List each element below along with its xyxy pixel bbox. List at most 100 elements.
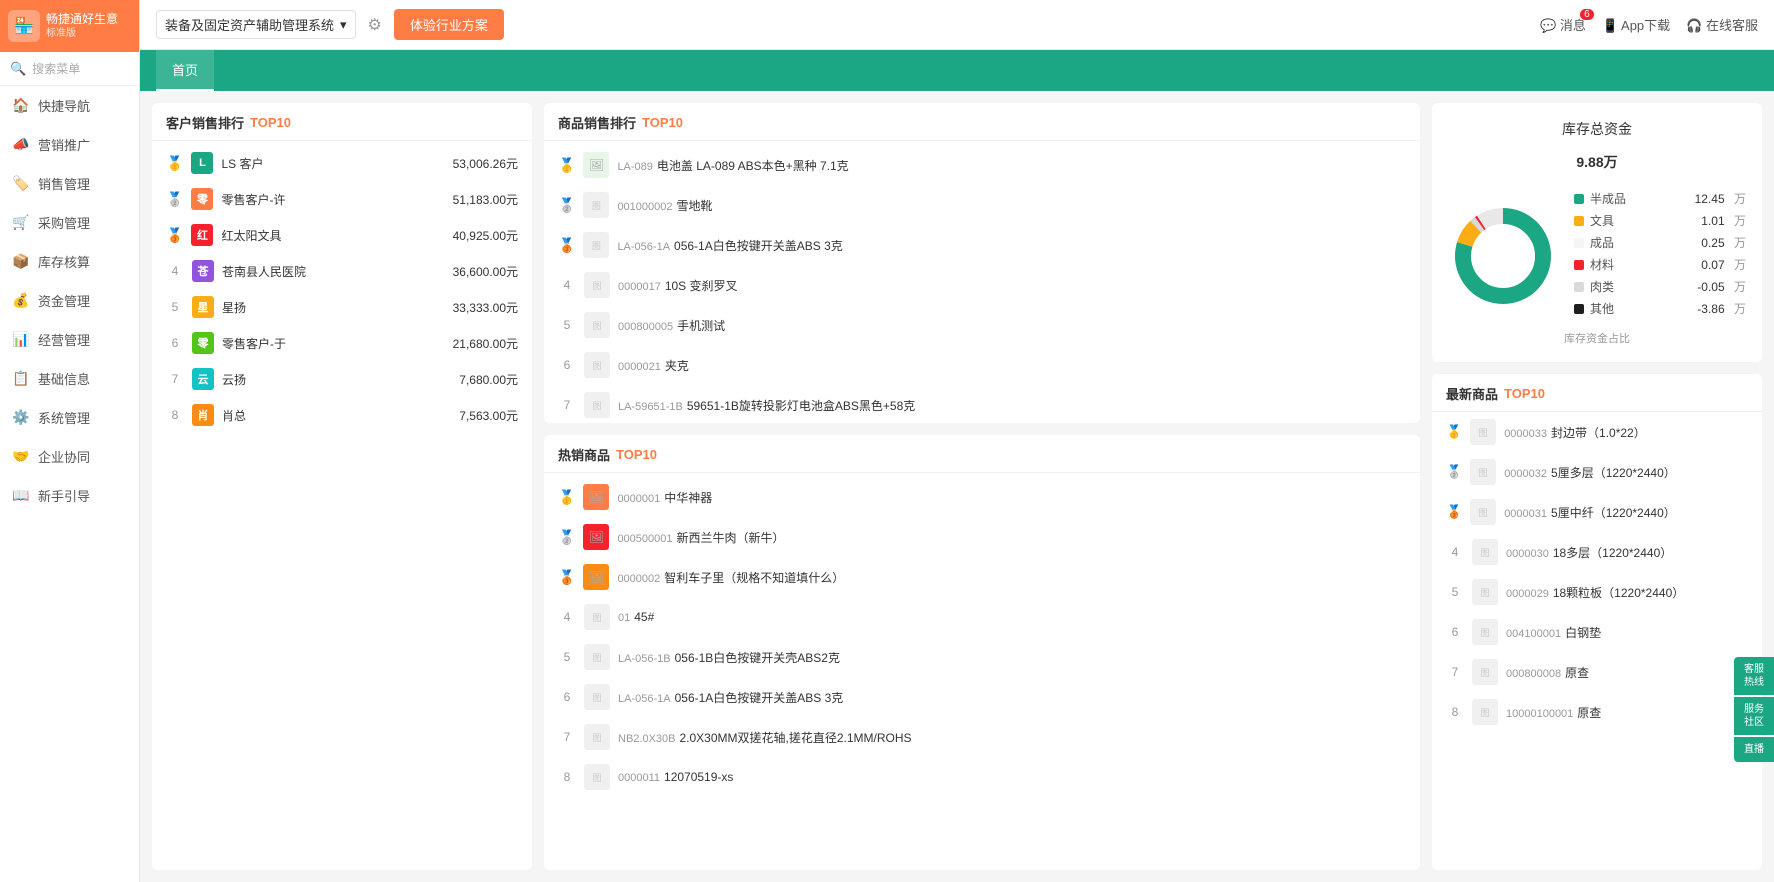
mid-column: 商品销售排行 TOP10 🥇 🖼 LA-089电池盖 LA-089 ABS本色+… (544, 103, 1420, 870)
product-thumbnail: 图 (1472, 699, 1498, 725)
silver-medal-icon: 🥈 (166, 191, 183, 208)
sidebar-item-finance[interactable]: 💰资金管理 (0, 281, 139, 320)
product-sales-item: 7 图 LA-59651-1B59651-1B旋转投影灯电池盒ABS黑色+58克 (544, 385, 1420, 423)
product-thumbnail: 图 (1470, 419, 1496, 445)
sidebar-logo: 🏪 畅捷通好生意 标准版 (0, 0, 139, 52)
newest-top10: TOP10 (1504, 386, 1545, 401)
product-info: 000800005手机测试 (618, 317, 1406, 334)
service-icon: 🎧 (1686, 18, 1702, 33)
online-service[interactable]: 🎧 在线客服 (1686, 15, 1758, 34)
newest-product-info: 00000325厘多层（1220*2440） (1504, 464, 1748, 481)
hot-product-info: LA-056-1A056-1A白色按键开关盖ABS 3克 (618, 689, 1406, 706)
sidebar-item-sales[interactable]: 🏷️销售管理 (0, 164, 139, 203)
search-menu[interactable]: 🔍 搜索菜单 (0, 52, 139, 86)
sidebar-item-guide[interactable]: 📖新手引导 (0, 476, 139, 515)
hot-product-info: NB2.0X30B2.0X30MM双搓花轴,搓花直径2.1MM/ROHS (618, 729, 1406, 746)
legend-value: 0.07 (1701, 258, 1724, 272)
rank-number: 6 (558, 690, 576, 704)
product-sales-item: 6 图 0000021夹克 (544, 345, 1420, 385)
hot-products-panel: 热销商品 TOP10 🥇 🖼 0000001中华神器 🥈 🖼 000500001… (544, 435, 1420, 870)
hot-product-item: 4 图 0145# (544, 597, 1420, 637)
legend-name: 其他 (1590, 300, 1691, 317)
customer-rank-list: 🥇 L LS 客户 53,006.26元 🥈 零 零售客户-许 51,183.0… (152, 141, 532, 437)
sidebar-item-inventory[interactable]: 📦库存核算 (0, 242, 139, 281)
hot-product-info: 0000001中华神器 (617, 489, 1406, 506)
product-sales-title: 商品销售排行 (558, 113, 636, 132)
customer-name: 红太阳文具 (221, 227, 444, 244)
inventory-legend: 半成品 12.45 万 文具 1.01 万 成品 0.25 万 材料 0.07 … (1574, 190, 1746, 322)
customer-rank-item: 🥇 L LS 客户 53,006.26元 (152, 145, 532, 181)
sidebar-item-basics[interactable]: 📋基础信息 (0, 359, 139, 398)
customer-avatar: 零 (191, 188, 213, 210)
inventory-footer: 库存资金占比 (1448, 330, 1746, 346)
product-thumbnail: 图 (1472, 659, 1498, 685)
inventory-content: 库存总资金 9.88万 (1432, 103, 1762, 362)
customer-name: 苍南县人民医院 (222, 263, 445, 280)
customer-amount: 21,680.00元 (453, 335, 518, 352)
product-info: 000001710S 变刹罗叉 (618, 277, 1406, 294)
product-thumbnail: 图 (584, 352, 610, 378)
sidebar: 🏪 畅捷通好生意 标准版 🔍 搜索菜单 🏠快捷导航📣营销推广🏷️销售管理🛒采购管… (0, 0, 140, 882)
legend-name: 肉类 (1590, 278, 1691, 295)
legend-color-dot (1574, 238, 1584, 248)
product-thumbnail: 🖼 (583, 484, 609, 510)
sidebar-item-operations[interactable]: 📊经营管理 (0, 320, 139, 359)
tab-home[interactable]: 首页 (156, 50, 214, 91)
legend-unit: 万 (1731, 212, 1746, 229)
newest-product-item: 🥇 图 0000033封边带（1.0*22） (1432, 412, 1762, 452)
message-badge[interactable]: 💬 消息 6 (1540, 15, 1586, 34)
message-label: 消息 (1560, 18, 1586, 33)
product-info: 001000002雪地靴 (617, 197, 1406, 214)
product-thumbnail: 图 (583, 192, 609, 218)
top10-badge: TOP10 (250, 115, 291, 130)
app-download[interactable]: 📱 App下载 (1602, 15, 1670, 34)
sidebar-item-marketing[interactable]: 📣营销推广 (0, 125, 139, 164)
rank-number: 7 (558, 398, 576, 412)
sidebar-item-purchase[interactable]: 🛒采购管理 (0, 203, 139, 242)
newest-product-info: 000002918颗粒板（1220*2440） (1506, 584, 1748, 601)
product-thumbnail: 图 (584, 724, 610, 750)
customer-name: 零售客户-许 (221, 191, 444, 208)
sidebar-item-quick-nav[interactable]: 🏠快捷导航 (0, 86, 139, 125)
customer-name: 星扬 (222, 299, 445, 316)
legend-color-dot (1574, 216, 1584, 226)
silver-medal-icon: 🥈 (558, 197, 575, 214)
customer-avatar: L (191, 152, 213, 174)
rank-number: 5 (1446, 585, 1464, 599)
search-icon: 🔍 (10, 61, 26, 77)
newest-product-item: 5 图 000002918颗粒板（1220*2440） (1432, 572, 1762, 612)
inventory-panel: 库存总资金 9.88万 (1432, 103, 1762, 362)
newest-product-item: 4 图 000003018多层（1220*2440） (1432, 532, 1762, 572)
legend-unit: 万 (1731, 190, 1746, 207)
settings-icon[interactable]: ⚙ (368, 15, 382, 35)
trial-button[interactable]: 体验行业方案 (394, 9, 504, 40)
customer-amount: 40,925.00元 (453, 227, 518, 244)
nav-icon-purchase: 🛒 (12, 214, 30, 232)
gold-medal-icon: 🥇 (1446, 424, 1462, 440)
product-thumbnail: 图 (584, 604, 610, 630)
bronze-medal-icon: 🥉 (1446, 504, 1462, 520)
float-live[interactable]: 直播 (1734, 737, 1774, 762)
right-column: 库存总资金 9.88万 (1432, 103, 1762, 870)
sidebar-item-enterprise[interactable]: 🤝企业协同 (0, 437, 139, 476)
nav-icon-basics: 📋 (12, 370, 30, 388)
hot-product-item: 8 图 000001112070519-xs (544, 757, 1420, 793)
legend-unit: 万 (1731, 256, 1746, 273)
hot-products-title: 热销商品 (558, 445, 610, 464)
customer-amount: 36,600.00元 (453, 263, 518, 280)
customer-rank-item: 🥈 零 零售客户-许 51,183.00元 (152, 181, 532, 217)
customer-amount: 53,006.26元 (453, 155, 518, 172)
sidebar-item-system[interactable]: ⚙️系统管理 (0, 398, 139, 437)
hot-product-item: 🥇 🖼 0000001中华神器 (544, 477, 1420, 517)
legend-item: 其他 -3.86 万 (1574, 300, 1746, 317)
legend-item: 半成品 12.45 万 (1574, 190, 1746, 207)
product-sales-top10: TOP10 (642, 115, 683, 130)
customer-avatar: 苍 (192, 260, 214, 282)
hot-product-info: 000500001新西兰牛肉（新牛） (617, 529, 1406, 546)
float-service-community[interactable]: 服务社区 (1734, 697, 1774, 735)
system-selector[interactable]: 装备及固定资产辅助管理系统 ▾ (156, 10, 356, 39)
float-customer-service[interactable]: 客服热线 (1734, 657, 1774, 695)
donut-chart (1448, 201, 1558, 311)
gold-medal-icon: 🥇 (558, 489, 575, 506)
content-tabs: 首页 (140, 50, 1774, 91)
